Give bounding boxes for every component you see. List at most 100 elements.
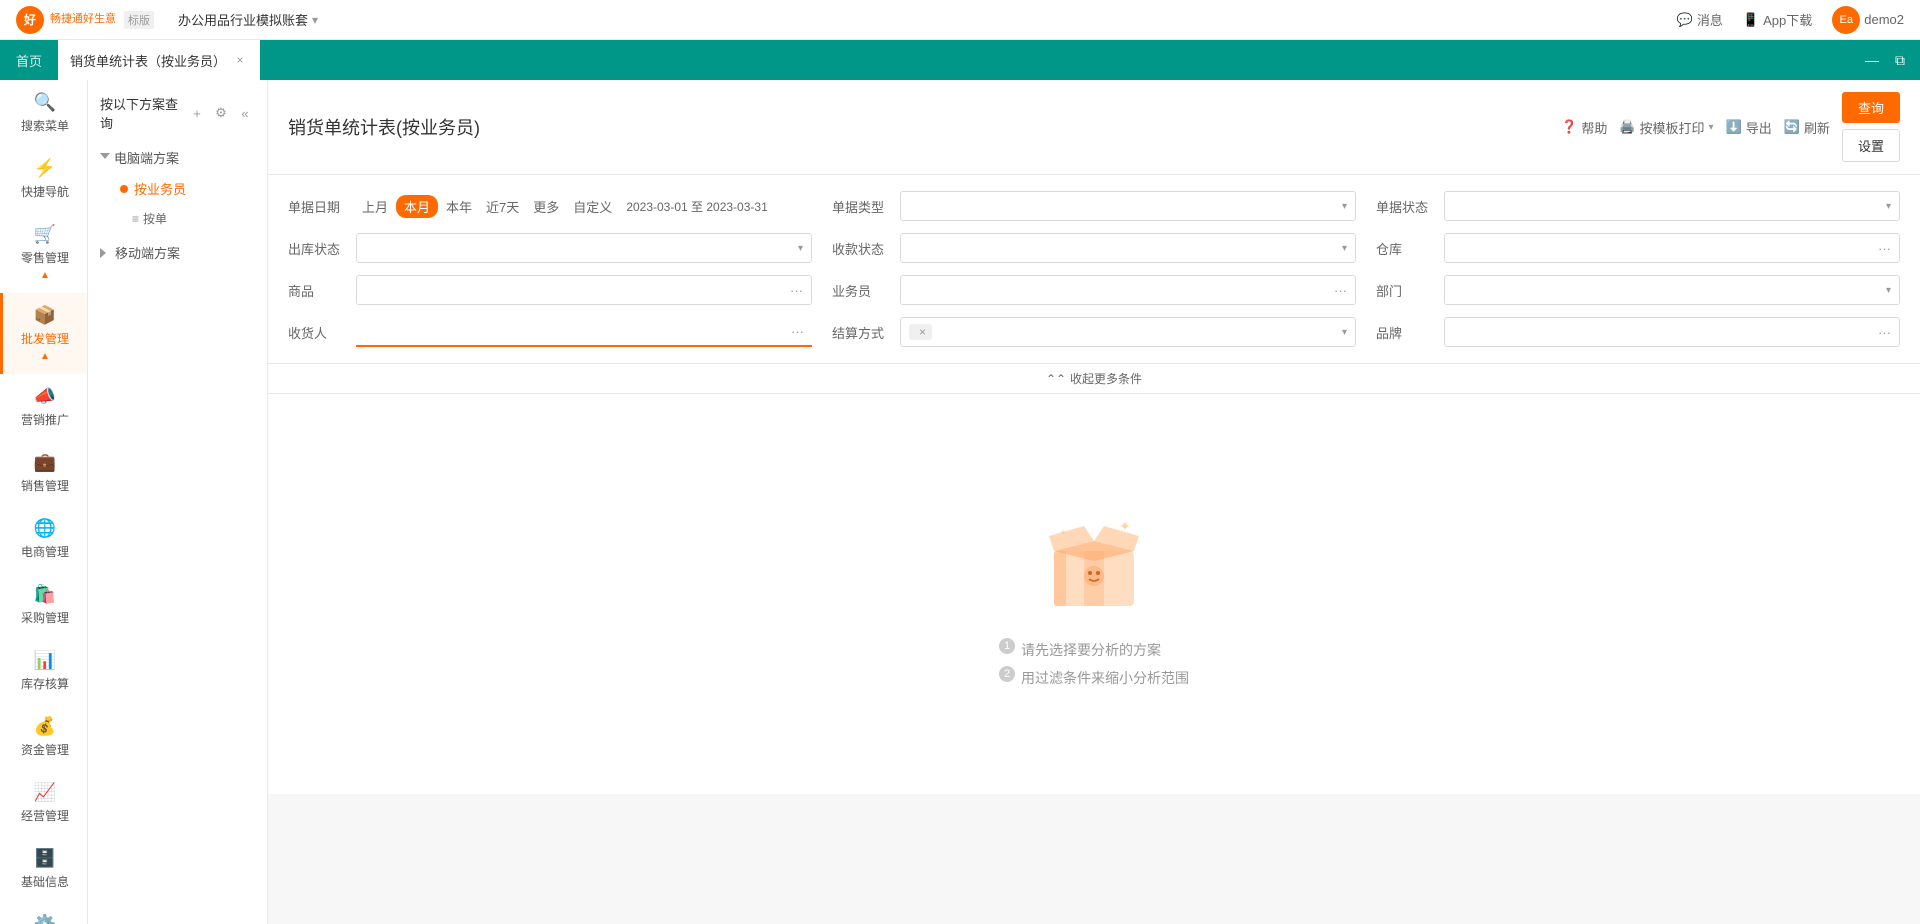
sidebar-item-sales[interactable]: 💼 销售管理 [0, 440, 87, 506]
scheme-group-mobile-title[interactable]: 移动端方案 [88, 237, 267, 268]
settlement-chevron: ▾ [1342, 327, 1347, 338]
goods-input[interactable]: ··· [356, 275, 812, 305]
export-icon: ⬇️ [1726, 119, 1742, 135]
sidebar-label-ecommerce: 电商管理 [21, 543, 69, 560]
collectstatus-select[interactable]: ▾ [900, 233, 1356, 263]
template-print-button[interactable]: 🖨️ 按模板打印 ▾ [1619, 118, 1713, 137]
tab-maximize-button[interactable]: ⧉ [1888, 48, 1912, 72]
sidebar-item-operations[interactable]: 📈 经营管理 [0, 770, 87, 836]
date-tab-thisyear[interactable]: 本年 [440, 195, 478, 218]
outstatus-select[interactable]: ▾ [356, 233, 812, 263]
settlement-label: 结算方式 [832, 323, 892, 342]
date-tab-more[interactable]: 更多 [527, 195, 565, 218]
sidebar-item-wholesale[interactable]: 📦 批发管理 ▲ [0, 293, 87, 374]
message-button[interactable]: 💬 消息 [1677, 10, 1723, 29]
sidebar-item-retail[interactable]: 🛒 零售管理 ▲ [0, 212, 87, 293]
ecommerce-icon: 🌐 [34, 518, 56, 539]
brand-input[interactable]: ··· [1444, 317, 1900, 347]
collectstatus-chevron: ▾ [1342, 243, 1347, 254]
receiver-dots: ··· [791, 324, 804, 339]
scheme-settings-button[interactable]: ⚙ [211, 103, 231, 123]
settings-button[interactable]: 设置 [1842, 129, 1900, 162]
user-avatar[interactable]: Ea demo2 [1832, 6, 1904, 34]
svg-text:✦: ✦ [1119, 518, 1131, 534]
date-tab-custom[interactable]: 自定义 [567, 195, 618, 218]
page-header: 销货单统计表(按业务员) ❓ 帮助 🖨️ 按模板打印 ▾ ⬇️ 导出 [268, 80, 1920, 175]
sales-icon: 💼 [34, 452, 56, 473]
top-header: 好 畅捷通好生意 标版 办公用品行业模拟账套 ▾ 💬 消息 📱 App下载 Ea… [0, 0, 1920, 40]
query-button[interactable]: 查询 [1842, 92, 1900, 123]
print-icon: 🖨️ [1619, 119, 1635, 135]
receiver-input[interactable]: ··· [356, 317, 812, 347]
sidebar-label-quicknav: 快捷导航 [21, 183, 69, 200]
scheme-sub-salesperson-label: 按业务员 [134, 179, 186, 198]
date-tab-7days[interactable]: 近7天 [480, 195, 525, 218]
print-dropdown-icon: ▾ [1709, 122, 1714, 133]
empty-tip-2: 2 用过滤条件来缩小分析范围 [999, 664, 1189, 692]
settlement-select[interactable]: × ▾ [900, 317, 1356, 347]
warehouse-dots: ··· [1878, 241, 1891, 256]
tip-text-2: 用过滤条件来缩小分析范围 [1021, 664, 1189, 692]
scheme-collapse-button[interactable]: « [235, 103, 255, 123]
sidebar-item-inventory[interactable]: 📊 库存核算 [0, 638, 87, 704]
purchase-icon: 🛍️ [34, 584, 56, 605]
warehouse-input[interactable]: ··· [1444, 233, 1900, 263]
sidebar-item-finance[interactable]: 💰 资金管理 [0, 704, 87, 770]
tab-minimize-button[interactable]: — [1860, 48, 1884, 72]
sidebar-item-marketing[interactable]: 📣 营销推广 [0, 374, 87, 440]
docstatus-select[interactable]: ▾ [1444, 191, 1900, 221]
app-download-button[interactable]: 📱 App下载 [1743, 10, 1812, 29]
empty-state: ✦ ✦ 1 请先选择要分析的方案 2 用过滤条件来缩小分析范围 [268, 394, 1920, 794]
scheme-sub-sub-order[interactable]: ≡ 按单 [88, 204, 267, 233]
retail-icon: 🛒 [34, 224, 56, 245]
sidebar-label-basic: 基础信息 [21, 873, 69, 890]
collapse-label: 收起更多条件 [1070, 370, 1142, 387]
message-label: 消息 [1697, 10, 1723, 29]
empty-tip-1: 1 请先选择要分析的方案 [999, 636, 1189, 664]
empty-svg: ✦ ✦ [1034, 496, 1154, 616]
refresh-icon: 🔄 [1784, 119, 1800, 135]
export-button[interactable]: ⬇️ 导出 [1726, 118, 1772, 137]
expand-icon [100, 153, 110, 164]
app-icon: 📱 [1743, 12, 1759, 28]
scheme-sub-order-label: 按单 [143, 210, 167, 227]
tab-close-button[interactable]: × [232, 52, 248, 68]
filter-department-item: 部门 ▾ [1376, 275, 1900, 305]
salesperson-input[interactable]: ··· [900, 275, 1356, 305]
outstatus-label: 出库状态 [288, 239, 348, 258]
sidebar-item-basic[interactable]: 🗄️ 基础信息 [0, 836, 87, 902]
sidebar-label-retail: 零售管理 [21, 249, 69, 266]
doctype-select[interactable]: ▾ [900, 191, 1356, 221]
settlement-clear-button[interactable]: × [919, 325, 926, 339]
sidebar-item-quicknav[interactable]: ⚡ 快捷导航 [0, 146, 87, 212]
receiver-label: 收货人 [288, 323, 348, 342]
department-chevron: ▾ [1886, 285, 1891, 296]
filter-outstatus-item: 出库状态 ▾ [288, 233, 812, 263]
scheme-add-button[interactable]: + [187, 103, 207, 123]
app-download-label: App下载 [1763, 10, 1812, 29]
collapse-conditions-button[interactable]: ⌃⌃ 收起更多条件 [1046, 370, 1142, 387]
date-tab-thismonth[interactable]: 本月 [396, 195, 438, 218]
filter-row-4: 收货人 ··· 结算方式 × ▾ [288, 317, 1900, 347]
tab-home[interactable]: 首页 [0, 40, 58, 80]
date-tab-lastmonth[interactable]: 上月 [356, 195, 394, 218]
date-tabs: 上月 本月 本年 近7天 更多 自定义 [356, 195, 618, 218]
refresh-label: 刷新 [1804, 118, 1830, 137]
sidebar-item-ecommerce[interactable]: 🌐 电商管理 [0, 506, 87, 572]
sidebar-label-marketing: 营销推广 [21, 411, 69, 428]
scheme-group-desktop-title[interactable]: 电脑端方案 [88, 142, 267, 173]
filter-warehouse-item: 仓库 ··· [1376, 233, 1900, 263]
sidebar-item-search[interactable]: 🔍 搜索菜单 [0, 80, 87, 146]
tab-active[interactable]: 销货单统计表（按业务员） × [58, 40, 260, 80]
tab-bar: 首页 销货单统计表（按业务员） × — ⧉ [0, 40, 1920, 80]
scheme-sub-by-salesperson[interactable]: 按业务员 [88, 173, 267, 204]
warehouse-label: 仓库 [1376, 239, 1436, 258]
sidebar-item-system[interactable]: ⚙️ 系统管理 [0, 902, 87, 924]
refresh-button[interactable]: 🔄 刷新 [1784, 118, 1830, 137]
sidebar-item-purchase[interactable]: 🛍️ 采购管理 [0, 572, 87, 638]
operations-icon: 📈 [34, 782, 56, 803]
department-select[interactable]: ▾ [1444, 275, 1900, 305]
help-button[interactable]: ❓ 帮助 [1561, 118, 1607, 137]
sidebar-label-wholesale: 批发管理 [21, 330, 69, 347]
sidebar: 🔍 搜索菜单 ⚡ 快捷导航 🛒 零售管理 ▲ 📦 批发管理 ▲ 📣 营销推广 💼… [0, 80, 88, 924]
